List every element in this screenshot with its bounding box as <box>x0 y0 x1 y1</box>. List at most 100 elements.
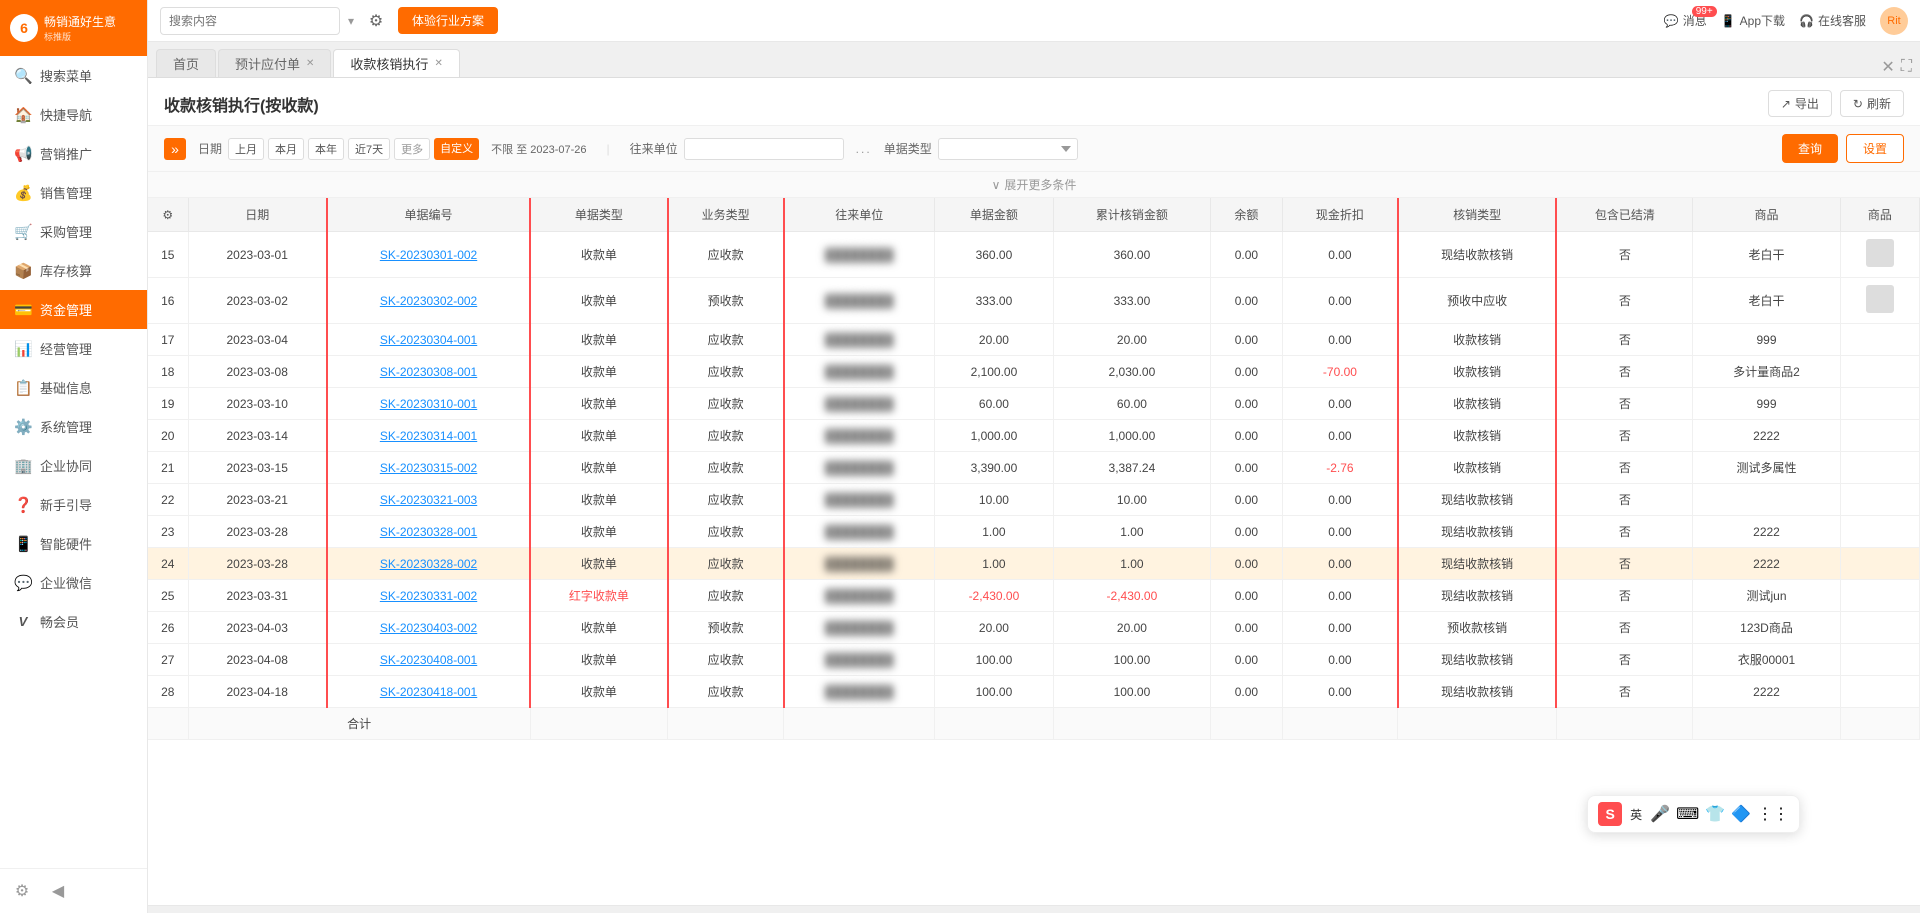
user-avatar[interactable]: Rit <box>1880 7 1908 35</box>
message-item[interactable]: 💬 消息 99+ <box>1664 12 1707 29</box>
table-cell[interactable]: SK-20230331-002 <box>327 580 530 612</box>
doc-link[interactable]: SK-20230315-002 <box>380 461 477 475</box>
purchase-icon: 🛒 <box>14 223 32 241</box>
sidebar-item-enterprise[interactable]: 🏢 企业协同 <box>0 446 147 485</box>
table-cell[interactable]: SK-20230308-001 <box>327 356 530 388</box>
doc-link[interactable]: SK-20230304-001 <box>380 333 477 347</box>
col-header-singletype[interactable]: 单据类型 <box>530 198 667 232</box>
sidebar-item-member[interactable]: V 畅会员 <box>0 602 147 641</box>
sidebar-item-wechat[interactable]: 💬 企业微信 <box>0 563 147 602</box>
table-cell[interactable]: SK-20230328-002 <box>327 548 530 580</box>
col-header-partner[interactable]: 往来单位 <box>784 198 935 232</box>
filter-expand-button[interactable]: » <box>164 138 186 160</box>
col-header-goods-thumb[interactable]: 商品 <box>1840 198 1919 232</box>
expand-more-bar[interactable]: ∨ 展开更多条件 <box>148 172 1920 198</box>
filter-date-lastmonth[interactable]: 上月 <box>228 138 264 160</box>
doc-link[interactable]: SK-20230310-001 <box>380 397 477 411</box>
col-header-cumwrite[interactable]: 累计核销金额 <box>1054 198 1211 232</box>
diamond-icon[interactable]: 🔷 <box>1731 804 1751 824</box>
filter-date-7days[interactable]: 近7天 <box>348 138 390 160</box>
doc-link[interactable]: SK-20230408-001 <box>380 653 477 667</box>
topbar-dropdown-arrow[interactable]: ▾ <box>348 14 354 28</box>
doc-link[interactable]: SK-20230321-003 <box>380 493 477 507</box>
table-cell[interactable]: SK-20230310-001 <box>327 388 530 420</box>
sidebar-item-purchase[interactable]: 🛒 采购管理 <box>0 212 147 251</box>
table-cell[interactable]: SK-20230301-002 <box>327 232 530 278</box>
app-download-item[interactable]: 📱 App下载 <box>1721 12 1785 29</box>
export-button[interactable]: ↗ 导出 <box>1768 90 1832 117</box>
doc-link[interactable]: SK-20230331-002 <box>380 589 477 603</box>
table-cell[interactable]: SK-20230302-002 <box>327 278 530 324</box>
col-header-includeclear[interactable]: 包含已结清 <box>1556 198 1692 232</box>
topbar-gear-button[interactable]: ⚙ <box>362 7 390 35</box>
tab-pending-close[interactable]: ✕ <box>306 58 314 69</box>
table-cell[interactable]: SK-20230403-002 <box>327 612 530 644</box>
tab-home[interactable]: 首页 <box>156 49 216 77</box>
horizontal-scrollbar[interactable] <box>148 905 1920 913</box>
sidebar-item-marketing[interactable]: 📢 营销推广 <box>0 134 147 173</box>
mic-icon[interactable]: 🎤 <box>1650 804 1670 824</box>
doc-link[interactable]: SK-20230328-001 <box>380 525 477 539</box>
refresh-button[interactable]: ↻ 刷新 <box>1840 90 1904 117</box>
col-header-biztype[interactable]: 业务类型 <box>668 198 784 232</box>
table-cell[interactable]: SK-20230418-001 <box>327 676 530 708</box>
tab-collection[interactable]: 收款核销执行 ✕ <box>333 49 459 77</box>
topbar-search-input[interactable] <box>160 7 340 35</box>
col-header-gear[interactable]: ⚙ <box>148 198 188 232</box>
sidebar-item-hardware[interactable]: 📱 智能硬件 <box>0 524 147 563</box>
sidebar-item-finance[interactable]: 💳 资金管理 <box>0 290 147 329</box>
doc-link[interactable]: SK-20230403-002 <box>380 621 477 635</box>
table-cell[interactable]: SK-20230304-001 <box>327 324 530 356</box>
col-header-goods[interactable]: 商品 <box>1693 198 1840 232</box>
sidebar-item-system[interactable]: ⚙️ 系统管理 <box>0 407 147 446</box>
table-cell: 现结收款核销 <box>1398 484 1557 516</box>
sidebar-collapse-button[interactable]: ◀ <box>44 877 72 905</box>
col-header-date[interactable]: 日期 <box>188 198 327 232</box>
doc-link[interactable]: SK-20230314-001 <box>380 429 477 443</box>
table-cell[interactable]: SK-20230314-001 <box>327 420 530 452</box>
filter-date-more[interactable]: 更多 <box>394 138 430 160</box>
table-cell[interactable]: SK-20230321-003 <box>327 484 530 516</box>
doc-link[interactable]: SK-20230302-002 <box>380 294 477 308</box>
col-header-amount[interactable]: 单据金额 <box>934 198 1053 232</box>
sidebar-item-search[interactable]: 🔍 搜索菜单 <box>0 56 147 95</box>
tab-collection-close[interactable]: ✕ <box>434 58 442 69</box>
sidebar-item-sales[interactable]: 💰 销售管理 <box>0 173 147 212</box>
tab-fullscreen-icon[interactable]: ⛶ <box>1901 58 1912 76</box>
basic-icon: 📋 <box>14 379 32 397</box>
table-cell[interactable]: SK-20230328-001 <box>327 516 530 548</box>
filter-date-thismonth[interactable]: 本月 <box>268 138 304 160</box>
col-header-cashdiscount[interactable]: 现金折扣 <box>1283 198 1398 232</box>
solution-button[interactable]: 体验行业方案 <box>398 7 498 34</box>
filter-date-range: 不限 至 2023-07-26 <box>491 141 586 157</box>
filter-custom-tag[interactable]: 自定义 <box>434 138 479 160</box>
sidebar-item-basic[interactable]: 📋 基础信息 <box>0 368 147 407</box>
table-cell[interactable]: SK-20230408-001 <box>327 644 530 676</box>
doc-link[interactable]: SK-20230328-002 <box>380 557 477 571</box>
sidebar-item-operations[interactable]: 📊 经营管理 <box>0 329 147 368</box>
filter-partner-input[interactable] <box>684 138 844 160</box>
doc-link[interactable]: SK-20230418-001 <box>380 685 477 699</box>
sidebar-item-guide[interactable]: ❓ 新手引导 <box>0 485 147 524</box>
sidebar-item-quicknav[interactable]: 🏠 快捷导航 <box>0 95 147 134</box>
table-cell: 0.00 <box>1210 516 1282 548</box>
sidebar-item-inventory[interactable]: 📦 库存核算 <box>0 251 147 290</box>
query-button[interactable]: 查询 <box>1782 134 1838 163</box>
setting-button[interactable]: 设置 <box>1846 134 1904 163</box>
sidebar-gear-button[interactable]: ⚙ <box>8 877 36 905</box>
table-cell[interactable]: SK-20230315-002 <box>327 452 530 484</box>
keyboard-icon[interactable]: ⌨ <box>1676 804 1699 824</box>
service-item[interactable]: 🎧 在线客服 <box>1799 12 1866 29</box>
col-header-writetype[interactable]: 核销类型 <box>1398 198 1557 232</box>
col-header-balance[interactable]: 余额 <box>1210 198 1282 232</box>
tab-close-all-icon[interactable]: ✕ <box>1881 57 1894 77</box>
doc-link[interactable]: SK-20230308-001 <box>380 365 477 379</box>
tab-pending[interactable]: 预计应付单 ✕ <box>218 49 331 77</box>
filter-doctype-select[interactable] <box>938 138 1078 160</box>
shirt-icon[interactable]: 👕 <box>1705 804 1725 824</box>
apps-icon[interactable]: ⋮⋮ <box>1757 804 1789 824</box>
filter-date-thisyear[interactable]: 本年 <box>308 138 344 160</box>
col-header-singleno[interactable]: 单据编号 <box>327 198 530 232</box>
doc-link[interactable]: SK-20230301-002 <box>380 248 477 262</box>
filter-more-dots[interactable]: ... <box>856 142 872 156</box>
